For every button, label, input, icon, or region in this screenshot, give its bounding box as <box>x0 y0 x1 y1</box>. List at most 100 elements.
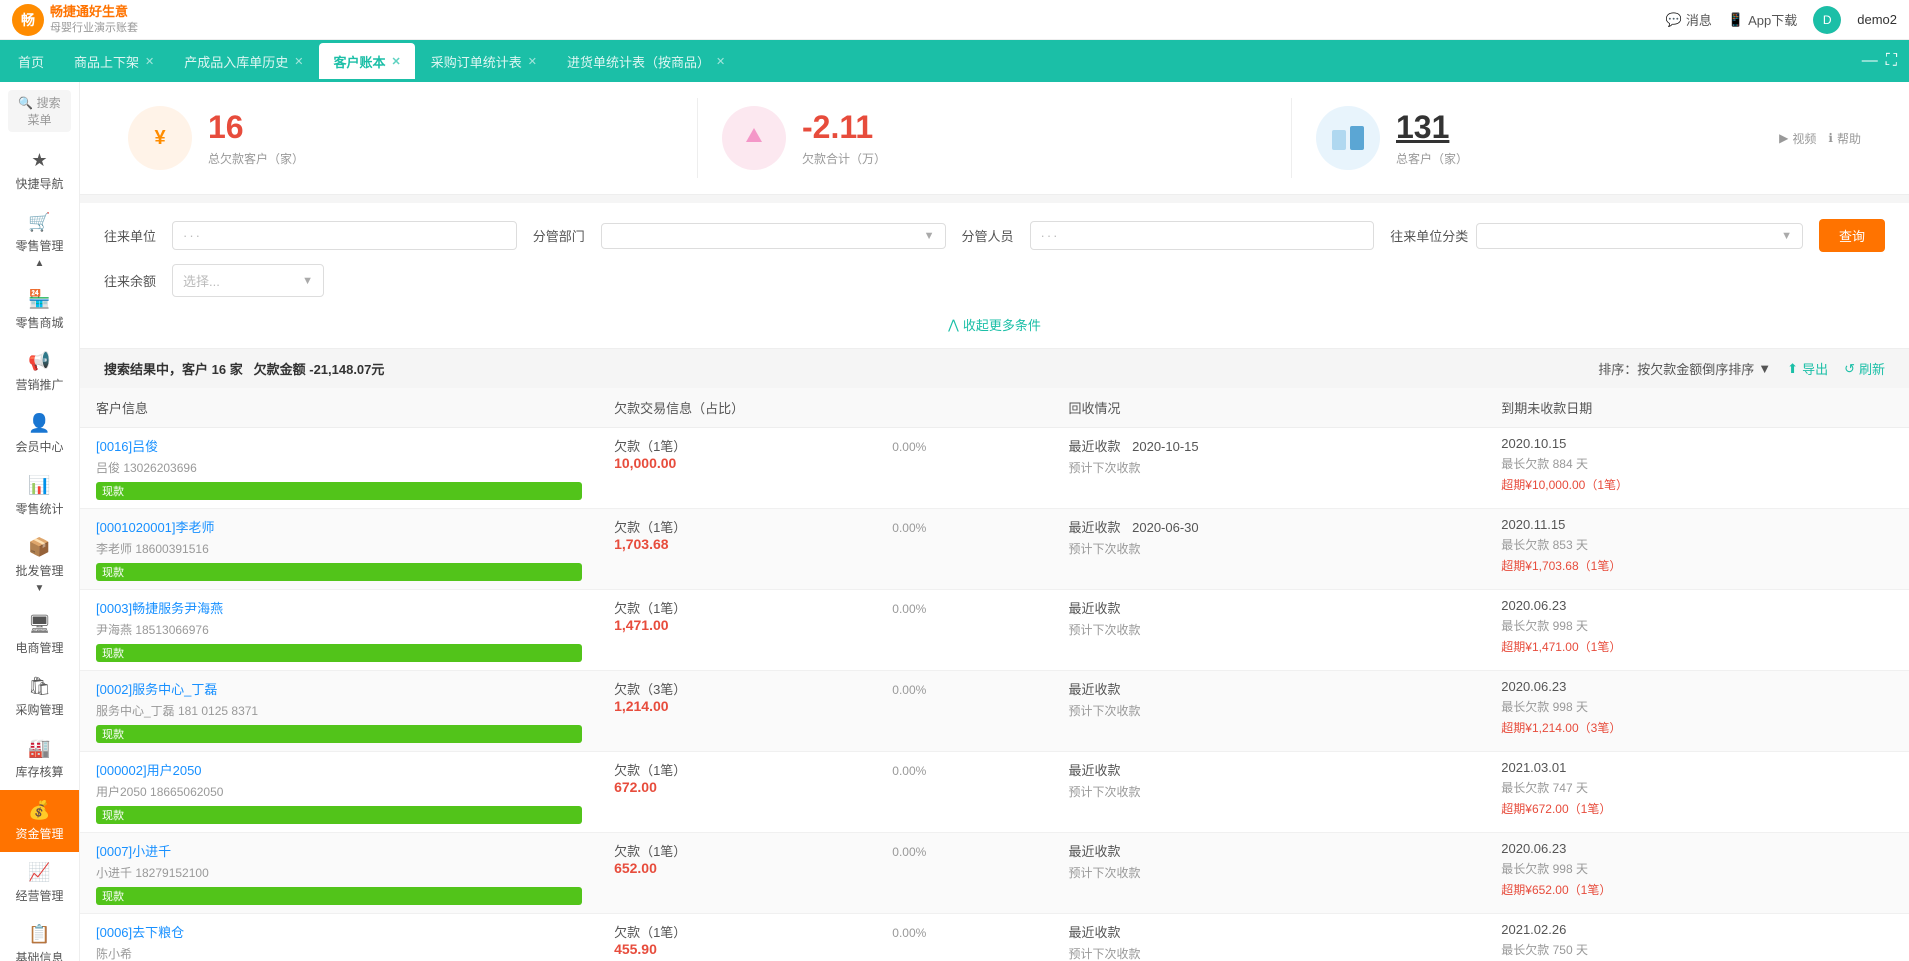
sort-button[interactable]: 排序：按欠款金额倒序排序 ▼ <box>1598 359 1771 378</box>
maximize-icon[interactable]: ⛶ <box>1886 52 1897 70</box>
search-menu-button[interactable]: 🔍 搜索菜单 <box>8 90 71 132</box>
cell-customer-info: [0006]去下粮仓 陈小希 现款 <box>80 914 598 961</box>
tab-product-history-close[interactable]: ✕ <box>294 55 303 68</box>
help-label: 帮助 <box>1837 130 1861 147</box>
recovery-info-block: 最近收款 2020-10-15 预计下次收款 <box>1069 436 1470 476</box>
customer-meta: 李老师 18600391516 <box>96 540 582 557</box>
sidebar-item-basic-info[interactable]: 📋 基础信息 <box>0 914 79 961</box>
overdue-amount-link[interactable]: 超期¥652.00（1笔） <box>1501 881 1893 898</box>
debt-amount[interactable]: 455.90 <box>614 941 860 957</box>
tab-product-history[interactable]: 产成品入库单历史 ✕ <box>170 43 317 79</box>
tab-product-shelf-close[interactable]: ✕ <box>145 55 154 68</box>
sidebar-item-retail-mgmt[interactable]: 🛒 零售管理 ▲ <box>0 202 79 279</box>
recovery-info-block: 最近收款 预计下次收款 <box>1069 598 1470 638</box>
cell-debt-info: 欠款（1笔） 652.00 <box>598 833 876 914</box>
sidebar-item-member[interactable]: 👤 会员中心 <box>0 403 79 465</box>
sidebar-item-inventory[interactable]: 🏭 库存核算 <box>0 728 79 790</box>
debt-amount[interactable]: 10,000.00 <box>614 455 860 471</box>
recovery-info-block: 最近收款 预计下次收款 <box>1069 679 1470 719</box>
recovery-label: 最近收款 <box>1069 598 1470 617</box>
recovery-label: 最近收款 2020-10-15 <box>1069 436 1470 455</box>
cell-recovery: 最近收款 预计下次收款 <box>1053 590 1486 671</box>
recovery-next-label: 预计下次收款 <box>1069 945 1470 961</box>
tab-customer-account[interactable]: 客户账本 ✕ <box>319 43 414 79</box>
sidebar-item-purchase[interactable]: 🛍 采购管理 <box>0 666 79 728</box>
tab-import-stats-close[interactable]: ✕ <box>716 55 725 68</box>
collapse-button[interactable]: ⋀ 收起更多条件 <box>948 315 1041 334</box>
source-unit-input[interactable]: ··· <box>172 221 517 250</box>
filter-unit-category: 往来单位分类 ▼ <box>1390 223 1803 249</box>
sidebar-item-batch-mgmt[interactable]: 📦 批发管理 ▼ <box>0 527 79 604</box>
sidebar-item-quick-nav[interactable]: ★ 快捷导航 <box>0 140 79 202</box>
sidebar-item-finance[interactable]: 💰 资金管理 <box>0 790 79 852</box>
help-icon: ℹ <box>1828 131 1833 145</box>
overdue-days: 最长欠款 747 天 <box>1501 779 1893 796</box>
app-download-button[interactable]: 📱 App下载 <box>1728 10 1797 29</box>
debt-count: 欠款（3笔） <box>614 679 860 698</box>
tab-import-stats[interactable]: 进货单统计表（按商品） ✕ <box>553 43 739 79</box>
debt-amount[interactable]: 1,471.00 <box>614 617 860 633</box>
help-button[interactable]: ℹ 帮助 <box>1828 130 1861 147</box>
debt-info-block: 欠款（1笔） 10,000.00 <box>614 436 860 471</box>
tab-purchase-order[interactable]: 采购订单统计表 ✕ <box>417 43 551 79</box>
recovery-recent-label: 最近收款 <box>1069 844 1121 859</box>
person-input[interactable]: ··· <box>1030 221 1375 250</box>
export-button[interactable]: ⬆ 导出 <box>1787 359 1828 378</box>
overdue-info-block: 2021.02.26 最长欠款 750 天 超期¥455.90（1笔） <box>1501 922 1893 961</box>
customer-name-link[interactable]: [0016]吕俊 <box>96 436 582 455</box>
avatar: D <box>1813 6 1841 34</box>
sidebar-item-retail-shop[interactable]: 🏪 零售商城 <box>0 279 79 341</box>
recovery-next-label: 预计下次收款 <box>1069 459 1470 476</box>
debt-amount[interactable]: 1,214.00 <box>614 698 860 714</box>
debt-amount[interactable]: 672.00 <box>614 779 860 795</box>
customer-tag: 现款 <box>96 482 582 500</box>
customer-name-link[interactable]: [0002]服务中心_丁磊 <box>96 679 582 698</box>
customer-info-block: [0001020001]李老师 李老师 18600391516 现款 <box>96 517 582 581</box>
content-area: ¥ 16 总欠款客户（家） -2.11 欠款合计（万） <box>80 82 1909 961</box>
minimize-icon[interactable]: — <box>1862 52 1878 70</box>
overdue-amount-link[interactable]: 超期¥672.00（1笔） <box>1501 800 1893 817</box>
debt-ratio: 0.00% <box>892 764 1036 778</box>
finance-label: 资金管理 <box>15 825 63 842</box>
overdue-amount-link[interactable]: 超期¥1,214.00（3笔） <box>1501 719 1893 736</box>
overdue-amount-link[interactable]: 超期¥1,703.68（1笔） <box>1501 557 1893 574</box>
customer-info-block: [0016]吕俊 吕俊 13026203696 现款 <box>96 436 582 500</box>
cell-debt-info: 欠款（3笔） 1,214.00 <box>598 671 876 752</box>
recovery-recent-date: 2020-06-30 <box>1132 520 1199 535</box>
customer-name-link[interactable]: [0007]小进千 <box>96 841 582 860</box>
retail-stats-label: 零售统计 <box>15 500 63 517</box>
message-button[interactable]: 💬 消息 <box>1666 10 1712 29</box>
sidebar-item-operation[interactable]: 📈 经营管理 <box>0 852 79 914</box>
filter-source-unit: 往来单位 ··· <box>104 221 517 250</box>
customer-name-link[interactable]: [0003]畅捷服务尹海燕 <box>96 598 582 617</box>
chevron-up-small-icon: ⋀ <box>948 317 959 333</box>
refresh-button[interactable]: ↺ 刷新 <box>1844 359 1885 378</box>
customer-name-link[interactable]: [000002]用户2050 <box>96 760 582 779</box>
customer-meta: 陈小希 <box>96 945 582 961</box>
search-button[interactable]: 查询 <box>1819 219 1885 252</box>
overdue-date: 2021.02.26 <box>1501 922 1893 937</box>
balance-select[interactable]: 选择... ▼ <box>172 264 324 297</box>
tab-purchase-order-close[interactable]: ✕ <box>528 55 537 68</box>
tab-product-shelf[interactable]: 商品上下架 ✕ <box>60 43 168 79</box>
tab-home[interactable]: 首页 <box>4 43 58 79</box>
stat-info-total-customers: 131 总客户（家） <box>1396 109 1468 167</box>
overdue-amount-link[interactable]: 超期¥1,471.00（1笔） <box>1501 638 1893 655</box>
filter-balance: 往来余额 选择... ▼ <box>104 264 324 297</box>
cell-customer-info: [0001020001]李老师 李老师 18600391516 现款 <box>80 509 598 590</box>
unit-category-select[interactable]: ▼ <box>1476 223 1803 249</box>
video-button[interactable]: ▶ 视频 <box>1779 130 1816 147</box>
debt-info-block: 欠款（1笔） 455.90 <box>614 922 860 957</box>
debt-amount[interactable]: 1,703.68 <box>614 536 860 552</box>
sidebar-item-ecommerce[interactable]: 🖥 电商管理 <box>0 604 79 666</box>
sidebar-item-retail-stats[interactable]: 📊 零售统计 <box>0 465 79 527</box>
tab-customer-account-close[interactable]: ✕ <box>392 55 401 68</box>
filter-area: 往来单位 ··· 分管部门 ▼ 分管人员 <box>80 203 1909 348</box>
sidebar-item-marketing[interactable]: 📢 营销推广 <box>0 341 79 403</box>
customer-name-link[interactable]: [0006]去下粮仓 <box>96 922 582 941</box>
dept-select[interactable]: ▼ <box>601 223 946 249</box>
customer-name-link[interactable]: [0001020001]李老师 <box>96 517 582 536</box>
overdue-amount-link[interactable]: 超期¥10,000.00（1笔） <box>1501 476 1893 493</box>
debt-amount[interactable]: 652.00 <box>614 860 860 876</box>
recovery-label: 最近收款 2020-06-30 <box>1069 517 1470 536</box>
